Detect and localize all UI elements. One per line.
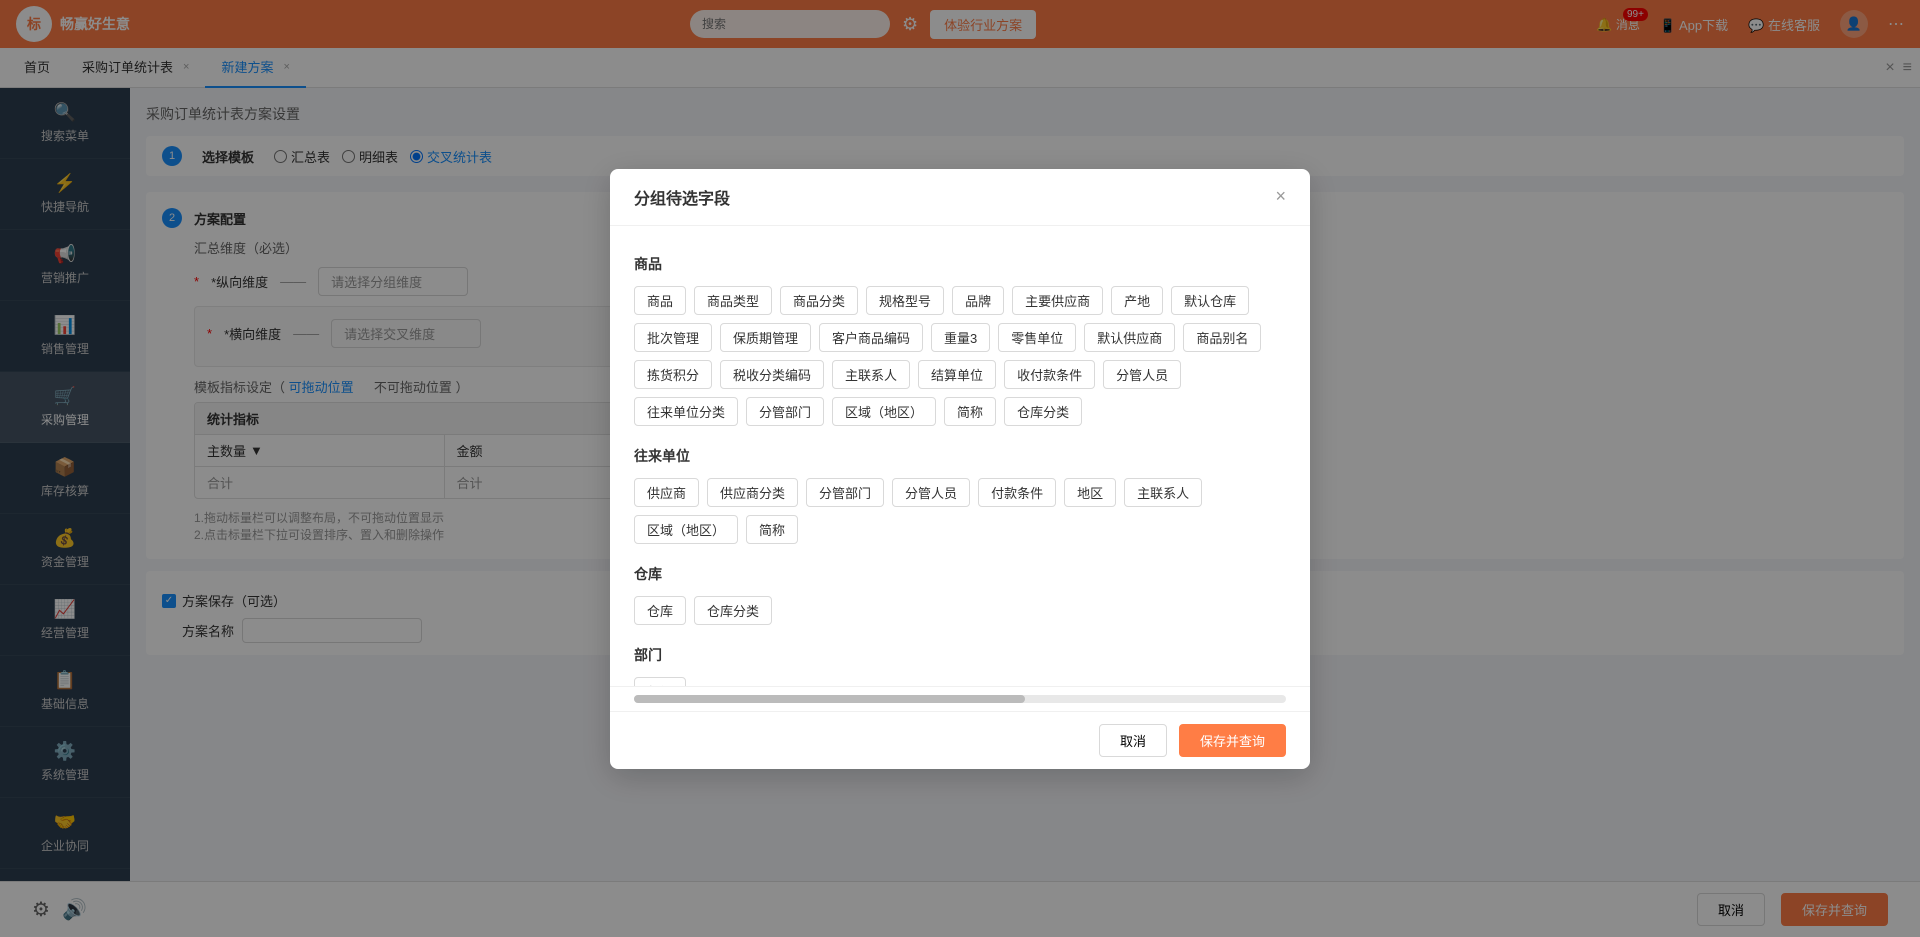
field-tag-partner-7[interactable]: 区域（地区） [634, 515, 738, 544]
field-tag-partner-3[interactable]: 分管人员 [892, 478, 970, 507]
field-tag-goods-11[interactable]: 重量3 [931, 323, 990, 352]
field-tag-goods-4[interactable]: 品牌 [952, 286, 1004, 315]
field-tag-partner-1[interactable]: 供应商分类 [707, 478, 798, 507]
field-tag-goods-6[interactable]: 产地 [1111, 286, 1163, 315]
field-tag-goods-2[interactable]: 商品分类 [780, 286, 858, 315]
field-tag-goods-19[interactable]: 收付款条件 [1004, 360, 1095, 389]
field-tag-goods-21[interactable]: 往来单位分类 [634, 397, 738, 426]
field-tag-goods-16[interactable]: 税收分类编码 [720, 360, 824, 389]
field-tag-partner-5[interactable]: 地区 [1064, 478, 1116, 507]
section-title-department: 部门 [634, 645, 1286, 665]
field-tag-goods-12[interactable]: 零售单位 [998, 323, 1076, 352]
modal-header: 分组待选字段 × [610, 169, 1310, 226]
modal-title: 分组待选字段 [634, 185, 730, 209]
field-tag-goods-5[interactable]: 主要供应商 [1012, 286, 1103, 315]
section-title-warehouse: 仓库 [634, 564, 1286, 584]
field-tag-goods-10[interactable]: 客户商品编码 [819, 323, 923, 352]
section-title-goods: 商品 [634, 254, 1286, 274]
field-grid-warehouse: 仓库 仓库分类 [634, 596, 1286, 625]
field-tag-goods-9[interactable]: 保质期管理 [720, 323, 811, 352]
field-tag-partner-2[interactable]: 分管部门 [806, 478, 884, 507]
field-grid-partner: 供应商 供应商分类 分管部门 分管人员 付款条件 地区 主联系人 区域（地区） … [634, 478, 1286, 544]
field-tag-goods-0[interactable]: 商品 [634, 286, 686, 315]
field-tag-dept-0[interactable]: 部门 [634, 677, 686, 686]
section-title-partner: 往来单位 [634, 446, 1286, 466]
field-tag-goods-22[interactable]: 分管部门 [746, 397, 824, 426]
modal-footer: 取消 保存并查询 [610, 711, 1310, 769]
field-tag-goods-23[interactable]: 区域（地区） [832, 397, 936, 426]
modal-close-button[interactable]: × [1275, 186, 1286, 207]
field-tag-warehouse-0[interactable]: 仓库 [634, 596, 686, 625]
field-tag-partner-6[interactable]: 主联系人 [1124, 478, 1202, 507]
field-tag-goods-25[interactable]: 仓库分类 [1004, 397, 1082, 426]
modal-body[interactable]: 商品 商品 商品类型 商品分类 规格型号 品牌 主要供应商 产地 默认仓库 批次… [610, 226, 1310, 686]
field-tag-warehouse-1[interactable]: 仓库分类 [694, 596, 772, 625]
field-tag-goods-18[interactable]: 结算单位 [918, 360, 996, 389]
field-tag-goods-14[interactable]: 商品别名 [1183, 323, 1261, 352]
field-tag-goods-20[interactable]: 分管人员 [1103, 360, 1181, 389]
modal-hscroll[interactable] [610, 686, 1310, 711]
h-scrollbar[interactable] [634, 695, 1286, 703]
field-tag-partner-0[interactable]: 供应商 [634, 478, 699, 507]
field-tag-goods-17[interactable]: 主联系人 [832, 360, 910, 389]
field-tag-goods-15[interactable]: 拣货积分 [634, 360, 712, 389]
field-tag-partner-8[interactable]: 简称 [746, 515, 798, 544]
field-grid-goods: 商品 商品类型 商品分类 规格型号 品牌 主要供应商 产地 默认仓库 批次管理 … [634, 286, 1286, 426]
field-tag-partner-4[interactable]: 付款条件 [978, 478, 1056, 507]
modal-overlay: 分组待选字段 × 商品 商品 商品类型 商品分类 规格型号 品牌 主要供应商 产… [0, 0, 1920, 937]
field-tag-goods-8[interactable]: 批次管理 [634, 323, 712, 352]
field-tag-goods-24[interactable]: 简称 [944, 397, 996, 426]
field-grid-department: 部门 [634, 677, 1286, 686]
modal-dialog: 分组待选字段 × 商品 商品 商品类型 商品分类 规格型号 品牌 主要供应商 产… [610, 169, 1310, 769]
field-tag-goods-1[interactable]: 商品类型 [694, 286, 772, 315]
confirm-button[interactable]: 保存并查询 [1179, 724, 1286, 757]
field-tag-goods-7[interactable]: 默认仓库 [1171, 286, 1249, 315]
field-tag-goods-3[interactable]: 规格型号 [866, 286, 944, 315]
cancel-button[interactable]: 取消 [1099, 724, 1167, 757]
field-tag-goods-13[interactable]: 默认供应商 [1084, 323, 1175, 352]
h-scrollbar-thumb[interactable] [634, 695, 1025, 703]
